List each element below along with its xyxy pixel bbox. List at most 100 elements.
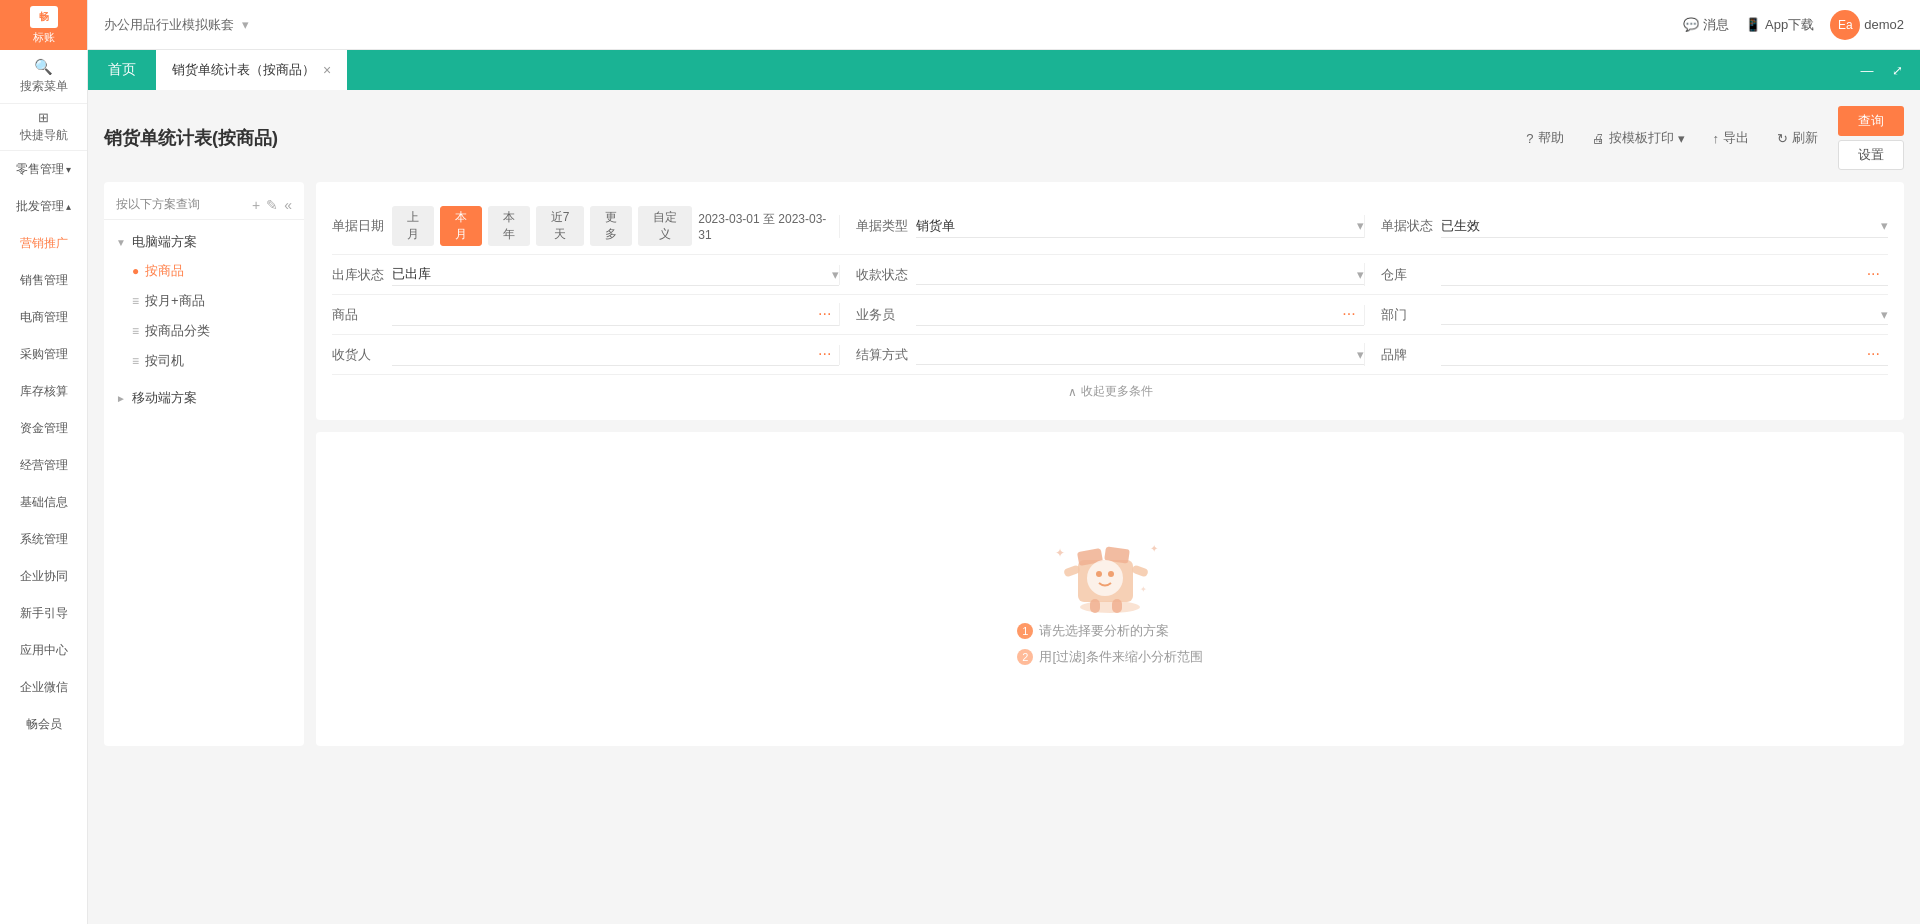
sidebar-item-purchase[interactable]: 采购管理 [0, 336, 87, 373]
scheme-panel-header: 按以下方案查询 + ✎ « [104, 190, 304, 220]
consignee-dots-icon[interactable]: ··· [810, 345, 839, 363]
custom-btn[interactable]: 自定义 [638, 206, 692, 246]
dept-label: 部门 [1381, 306, 1441, 324]
scheme-item-by-product[interactable]: ● 按商品 [104, 256, 304, 286]
message-btn[interactable]: 💬 消息 [1683, 16, 1729, 34]
status-filter: 已生效 ▾ [1441, 215, 1888, 238]
export-btn[interactable]: ↑ 导出 [1705, 125, 1758, 151]
list-icon-2: ≡ [132, 324, 139, 338]
type-filter: 销货单 ▾ [916, 215, 1363, 238]
svg-rect-10 [1112, 599, 1122, 613]
filter-group-consignee: 收货人 ··· [332, 343, 839, 366]
sales-dots-icon[interactable]: ··· [1334, 305, 1363, 323]
date-filter-label: 单据日期 [332, 217, 392, 235]
sidebar-quicknav-item[interactable]: ⊞ 快捷导航 [0, 104, 87, 151]
filter-group-date: 单据日期 上月 本月 本年 近7天 更多 自定义 2023-03-01 至 20… [332, 206, 839, 246]
scheme-add-icon[interactable]: + [252, 197, 260, 213]
sidebar-item-enterprise[interactable]: 企业协同 [0, 558, 87, 595]
payment-label: 结算方式 [856, 346, 916, 364]
right-panel: 单据日期 上月 本月 本年 近7天 更多 自定义 2023-03-01 至 20… [316, 182, 1904, 746]
this-month-btn[interactable]: 本月 [440, 206, 482, 246]
sidebar-item-finance[interactable]: 资金管理 [0, 410, 87, 447]
outstatus-dropdown-icon[interactable]: ▾ [832, 267, 839, 282]
hint-num-2: 2 [1017, 649, 1033, 665]
empty-hints: 1 请先选择要分析的方案 2 用[过滤]条件来缩小分析范围 [1017, 622, 1202, 666]
query-button[interactable]: 查询 [1838, 106, 1904, 136]
filter-group-type: 单据类型 销货单 ▾ [839, 215, 1363, 238]
payment-dropdown-icon[interactable]: ▾ [1357, 347, 1364, 362]
sidebar-item-basic[interactable]: 基础信息 [0, 484, 87, 521]
scheme-section-mobile: ► 移动端方案 [104, 380, 304, 416]
status-select-value: 已生效 [1441, 217, 1881, 235]
this-year-btn[interactable]: 本年 [488, 206, 530, 246]
scheme-item-by-month-product[interactable]: ≡ 按月+商品 [104, 286, 304, 316]
warehouse-dots-icon[interactable]: ··· [1859, 265, 1888, 283]
scheme-collapse-icon[interactable]: « [284, 197, 292, 213]
scheme-edit-icon[interactable]: ✎ [266, 197, 278, 213]
sidebar-item-sales[interactable]: 销售管理 [0, 262, 87, 299]
status-dropdown-icon[interactable]: ▾ [1881, 218, 1888, 233]
print-btn[interactable]: 🖨 按模板打印 ▾ [1584, 125, 1693, 151]
sidebar-newguide-label: 新手引导 [20, 605, 68, 622]
outstatus-filter: 已出库 ▾ [392, 263, 839, 286]
filter-group-status: 单据状态 已生效 ▾ [1364, 215, 1888, 238]
sidebar-item-appcenter[interactable]: 应用中心 [0, 632, 87, 669]
scheme-section-desktop-title[interactable]: ▼ 电脑端方案 [104, 228, 304, 256]
hint-text-2: 用[过滤]条件来缩小分析范围 [1039, 648, 1202, 666]
scheme-item-by-category[interactable]: ≡ 按商品分类 [104, 316, 304, 346]
brand-filter: ··· [1441, 343, 1888, 366]
last-month-btn[interactable]: 上月 [392, 206, 434, 246]
help-btn[interactable]: ? 帮助 [1518, 125, 1571, 151]
dept-filter: ▾ [1441, 305, 1888, 325]
scheme-item-by-driver[interactable]: ≡ 按司机 [104, 346, 304, 376]
sidebar-item-wholesale[interactable]: 批发管理 ▴ [0, 188, 87, 225]
more-btn[interactable]: 更多 [590, 206, 632, 246]
receiptstatus-label: 收款状态 [856, 266, 916, 284]
tab-bar-actions: — ⤢ [1844, 50, 1920, 90]
empty-hint-2: 2 用[过滤]条件来缩小分析范围 [1017, 648, 1202, 666]
brand-dots-icon[interactable]: ··· [1859, 345, 1888, 363]
sidebar-item-member[interactable]: 畅会员 [0, 706, 87, 743]
status-filter-label: 单据状态 [1381, 217, 1441, 235]
dropdown-icon[interactable]: ▾ [242, 17, 249, 32]
section-arrow-down-icon: ▼ [116, 237, 126, 248]
tab-active-label: 销货单统计表（按商品） [172, 61, 315, 79]
dept-dropdown-icon[interactable]: ▾ [1881, 307, 1888, 322]
collapse-label: 收起更多条件 [1081, 383, 1153, 400]
avatar: Ea [1830, 10, 1860, 40]
help-label: 帮助 [1538, 129, 1564, 147]
date-range-display: 2023-03-01 至 2023-03-31 [698, 211, 839, 242]
sidebar-member-label: 畅会员 [26, 716, 62, 733]
sidebar-item-ecommerce[interactable]: 电商管理 [0, 299, 87, 336]
app-download-btn[interactable]: 📱 App下载 [1745, 16, 1814, 34]
sidebar-quicknav-label: 快捷导航 [20, 128, 68, 142]
sidebar-item-operations[interactable]: 经营管理 [0, 447, 87, 484]
sidebar-item-system[interactable]: 系统管理 [0, 521, 87, 558]
sidebar-item-newguide[interactable]: 新手引导 [0, 595, 87, 632]
tab-minimize-btn[interactable]: — [1856, 59, 1878, 81]
receiptstatus-dropdown-icon[interactable]: ▾ [1357, 267, 1364, 282]
sidebar-basic-label: 基础信息 [20, 494, 68, 511]
export-icon: ↑ [1713, 131, 1720, 146]
empty-hint-1: 1 请先选择要分析的方案 [1017, 622, 1202, 640]
section-desktop-label: 电脑端方案 [132, 233, 197, 251]
tab-home[interactable]: 首页 [88, 50, 156, 90]
sidebar-item-marketing[interactable]: 营销推广 [0, 225, 87, 262]
type-dropdown-icon[interactable]: ▾ [1357, 218, 1364, 233]
user-profile-btn[interactable]: Ea demo2 [1830, 10, 1904, 40]
svg-text:✦: ✦ [1140, 585, 1147, 594]
tab-close-icon[interactable]: × [323, 63, 331, 77]
sidebar-item-wechat[interactable]: 企业微信 [0, 669, 87, 706]
sidebar-item-retail[interactable]: 零售管理 ▾ [0, 151, 87, 188]
product-dots-icon[interactable]: ··· [810, 305, 839, 323]
sales-filter: ··· [916, 303, 1363, 326]
collapse-more-bar[interactable]: ∧ 收起更多条件 [332, 375, 1888, 404]
scheme-section-mobile-title[interactable]: ► 移动端方案 [104, 384, 304, 412]
tab-active[interactable]: 销货单统计表（按商品） × [156, 50, 347, 90]
settings-button[interactable]: 设置 [1838, 140, 1904, 170]
tab-maximize-btn[interactable]: ⤢ [1886, 59, 1908, 81]
refresh-btn[interactable]: ↻ 刷新 [1769, 125, 1826, 151]
last7-btn[interactable]: 近7天 [536, 206, 585, 246]
sidebar-search-item[interactable]: 🔍 搜索菜单 [0, 50, 87, 104]
sidebar-item-inventory[interactable]: 库存核算 [0, 373, 87, 410]
